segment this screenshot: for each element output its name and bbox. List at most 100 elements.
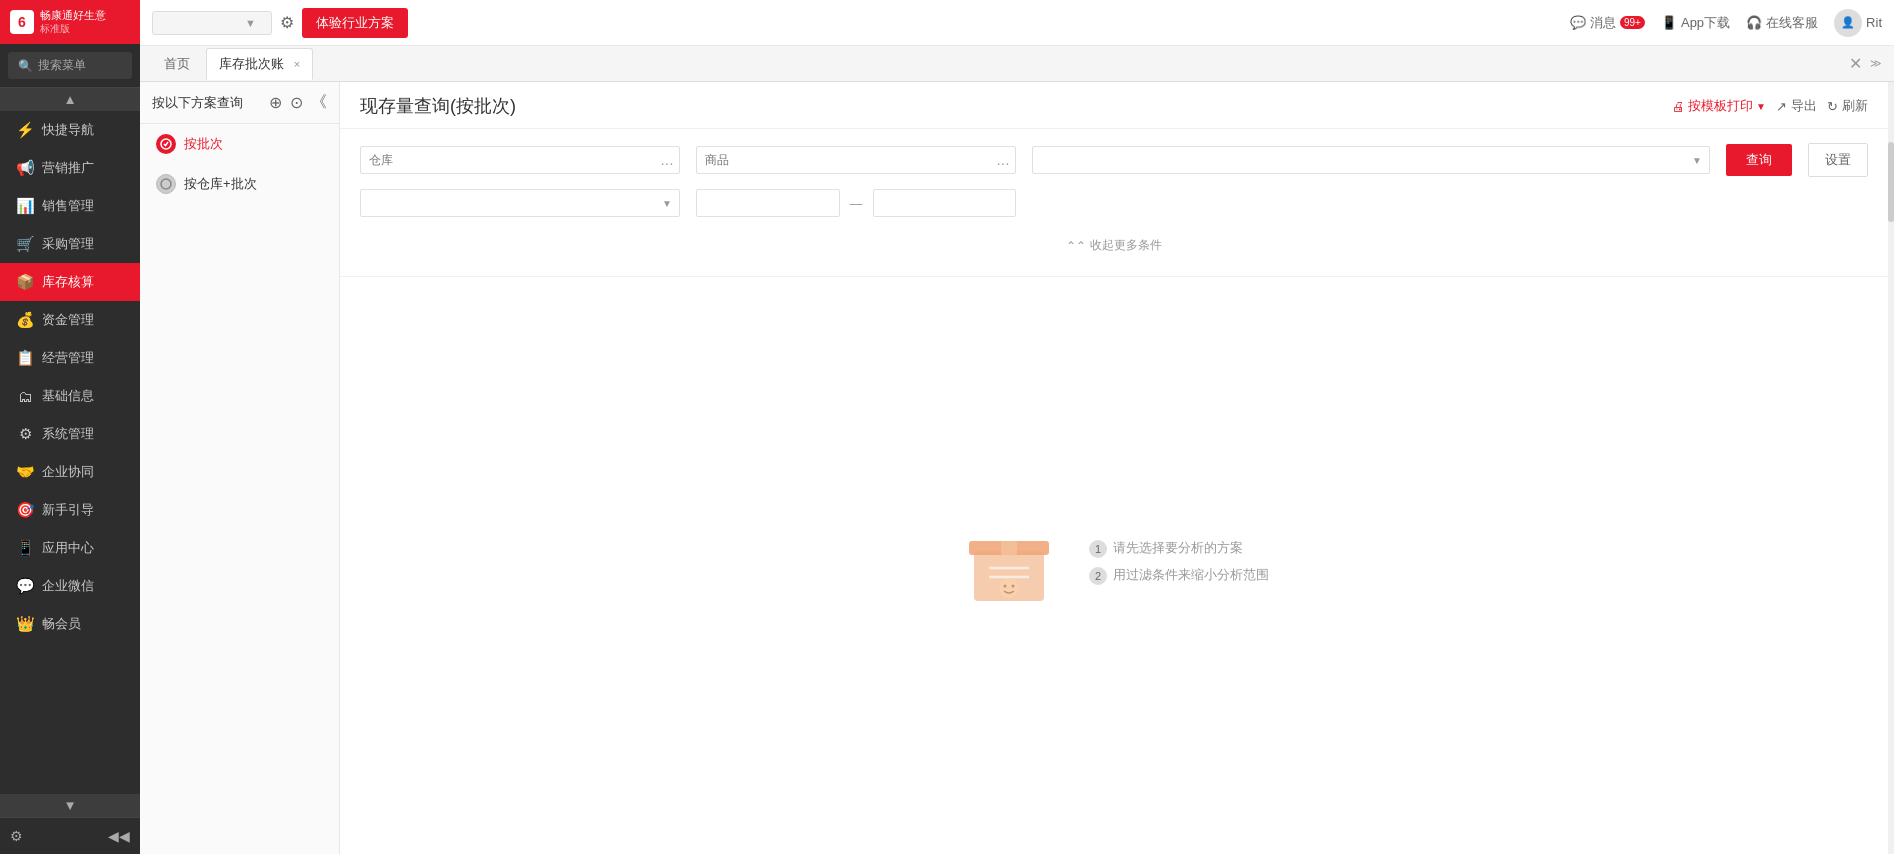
export-button[interactable]: ↗ 导出 <box>1776 97 1817 115</box>
sidebar-footer: ⚙ ◀◀ <box>0 817 140 854</box>
status-dropdown[interactable] <box>1032 146 1710 174</box>
hint-2-num: 2 <box>1089 567 1107 585</box>
filter-panel: 按以下方案查询 ⊕ ⊙ 《 按批次 按仓库+批次 <box>140 82 340 854</box>
scroll-up-button[interactable]: ▲ <box>0 88 140 111</box>
panel-close-button[interactable]: ✕ <box>1845 54 1866 73</box>
empty-box-svg <box>959 516 1059 606</box>
sidebar-item-operations[interactable]: 📋 经营管理 <box>0 339 140 377</box>
svg-rect-4 <box>1001 541 1017 555</box>
gear-icon[interactable]: ⚙ <box>280 13 294 32</box>
query-form: … … ▼ <box>340 129 1888 277</box>
sales-icon: 📊 <box>16 197 34 215</box>
query-button[interactable]: 查询 <box>1726 144 1792 176</box>
user-profile-button[interactable]: 👤 Rit <box>1834 9 1882 37</box>
filter-collapse-button[interactable]: 《 <box>311 92 327 113</box>
sidebar-item-purchase[interactable]: 🛒 采购管理 <box>0 225 140 263</box>
filter-settings-button[interactable]: ⊙ <box>290 93 303 112</box>
sidebar-item-basic[interactable]: 🗂 基础信息 <box>0 377 140 415</box>
scroll-down-button[interactable]: ▼ <box>0 794 140 817</box>
product-input[interactable] <box>696 146 1016 174</box>
breadcrumb-field[interactable] <box>161 16 241 30</box>
print-button[interactable]: 🖨 按模板打印 ▼ <box>1672 97 1766 115</box>
apps-label: 应用中心 <box>42 539 94 557</box>
filter-warehouse-batch-label: 按仓库+批次 <box>184 175 257 193</box>
app-logo: 6 <box>10 10 34 34</box>
hint-1-text: 请先选择要分析的方案 <box>1113 539 1243 557</box>
svg-point-1 <box>161 179 171 189</box>
product-input-wrapper: … <box>696 146 1016 174</box>
sidebar-item-inventory[interactable]: 📦 库存核算 <box>0 263 140 301</box>
warehouse-input[interactable] <box>360 146 680 174</box>
messages-button[interactable]: 💬 消息 99+ <box>1570 14 1645 32</box>
sidebar-scroll-down[interactable]: ▼ <box>0 794 140 817</box>
search-menu-button[interactable]: 🔍 搜索菜单 <box>8 52 132 79</box>
filter-batch-icon <box>156 134 176 154</box>
settings-footer-button[interactable]: ⚙ <box>10 828 23 844</box>
warehouse-dots[interactable]: … <box>660 152 674 168</box>
settings-button[interactable]: 设置 <box>1808 143 1868 177</box>
sidebar-item-wechat[interactable]: 💬 企业微信 <box>0 567 140 605</box>
sidebar-item-member[interactable]: 👑 畅会员 <box>0 605 140 643</box>
sidebar-item-enterprise[interactable]: 🤝 企业协同 <box>0 453 140 491</box>
sidebar-item-apps[interactable]: 📱 应用中心 <box>0 529 140 567</box>
search-menu-label: 搜索菜单 <box>38 57 86 74</box>
inventory-status-dropdown[interactable] <box>360 189 680 217</box>
online-service-button[interactable]: 🎧 在线客服 <box>1746 14 1818 32</box>
sidebar-item-quicknav[interactable]: ⚡ 快捷导航 <box>0 111 140 149</box>
tab-inventory-batch[interactable]: 库存批次账 × <box>206 48 313 80</box>
sidebar-item-marketing[interactable]: 📢 营销推广 <box>0 149 140 187</box>
enterprise-label: 企业协同 <box>42 463 94 481</box>
operations-label: 经营管理 <box>42 349 94 367</box>
inventory-label: 库存核算 <box>42 273 94 291</box>
app-download-label: App下载 <box>1681 14 1730 32</box>
page-title: 现存量查询(按批次) <box>360 94 516 118</box>
inventory-qty-to-input[interactable] <box>873 189 1017 217</box>
sidebar-scroll-up[interactable]: ▲ <box>0 88 140 111</box>
topbar-left: ▼ ⚙ 体验行业方案 <box>152 8 1562 38</box>
online-service-label: 在线客服 <box>1766 14 1818 32</box>
message-icon: 💬 <box>1570 15 1586 30</box>
add-filter-button[interactable]: ⊕ <box>269 93 282 112</box>
app-name: 畅康通好生意 <box>40 8 106 22</box>
refresh-button[interactable]: ↻ 刷新 <box>1827 97 1868 115</box>
filter-panel-actions: ⊕ ⊙ 《 <box>269 92 327 113</box>
collapse-conditions-button[interactable]: ⌃⌃ 收起更多条件 <box>360 229 1868 262</box>
svg-point-8 <box>1004 584 1007 587</box>
messages-badge: 99+ <box>1620 16 1645 29</box>
quicknav-label: 快捷导航 <box>42 121 94 139</box>
filter-item-by-batch[interactable]: 按批次 <box>140 124 339 164</box>
sales-label: 销售管理 <box>42 197 94 215</box>
finance-label: 资金管理 <box>42 311 94 329</box>
print-chevron-icon: ▼ <box>1756 101 1766 112</box>
sidebar-item-finance[interactable]: 💰 资金管理 <box>0 301 140 339</box>
app-download-button[interactable]: 📱 App下载 <box>1661 14 1730 32</box>
tab-bar-right: ✕ ≫ <box>1845 54 1882 73</box>
enterprise-icon: 🤝 <box>16 463 34 481</box>
phone-icon: 📱 <box>1661 15 1677 30</box>
collapse-sidebar-button[interactable]: ◀◀ <box>108 828 130 844</box>
product-dots[interactable]: … <box>996 152 1010 168</box>
filter-panel-title: 按以下方案查询 <box>152 94 243 112</box>
operations-icon: 📋 <box>16 349 34 367</box>
tab-home[interactable]: 首页 <box>152 49 202 79</box>
sidebar-item-sales[interactable]: 📊 销售管理 <box>0 187 140 225</box>
sidebar-item-newbie[interactable]: 🎯 新手引导 <box>0 491 140 529</box>
inventory-qty-field: — <box>696 189 1016 217</box>
filter-item-by-warehouse-batch[interactable]: 按仓库+批次 <box>140 164 339 204</box>
svg-point-9 <box>1012 584 1015 587</box>
purchase-label: 采购管理 <box>42 235 94 253</box>
inventory-qty-from-input[interactable] <box>696 189 840 217</box>
experience-button[interactable]: 体验行业方案 <box>302 8 408 38</box>
scrollbar-thumb[interactable] <box>1888 142 1894 222</box>
right-scrollbar[interactable] <box>1888 82 1894 854</box>
breadcrumb-input[interactable]: ▼ <box>152 11 272 35</box>
tab-inventory-batch-label: 库存批次账 <box>219 56 284 71</box>
tab-close-icon[interactable]: × <box>294 58 300 70</box>
sidebar: 6 畅康通好生意 标准版 🔍 搜索菜单 ▲ ⚡ 快捷导航 📢 营销推广 📊 销售… <box>0 0 140 854</box>
chevron-up-icon: ⌃⌃ <box>1066 239 1086 253</box>
member-icon: 👑 <box>16 615 34 633</box>
avatar: 👤 <box>1834 9 1862 37</box>
sidebar-item-system[interactable]: ⚙ 系统管理 <box>0 415 140 453</box>
page-header: 现存量查询(按批次) 🖨 按模板打印 ▼ ↗ 导出 ↻ 刷新 <box>340 82 1888 129</box>
content-area: 按以下方案查询 ⊕ ⊙ 《 按批次 按仓库+批次 <box>140 82 1894 854</box>
